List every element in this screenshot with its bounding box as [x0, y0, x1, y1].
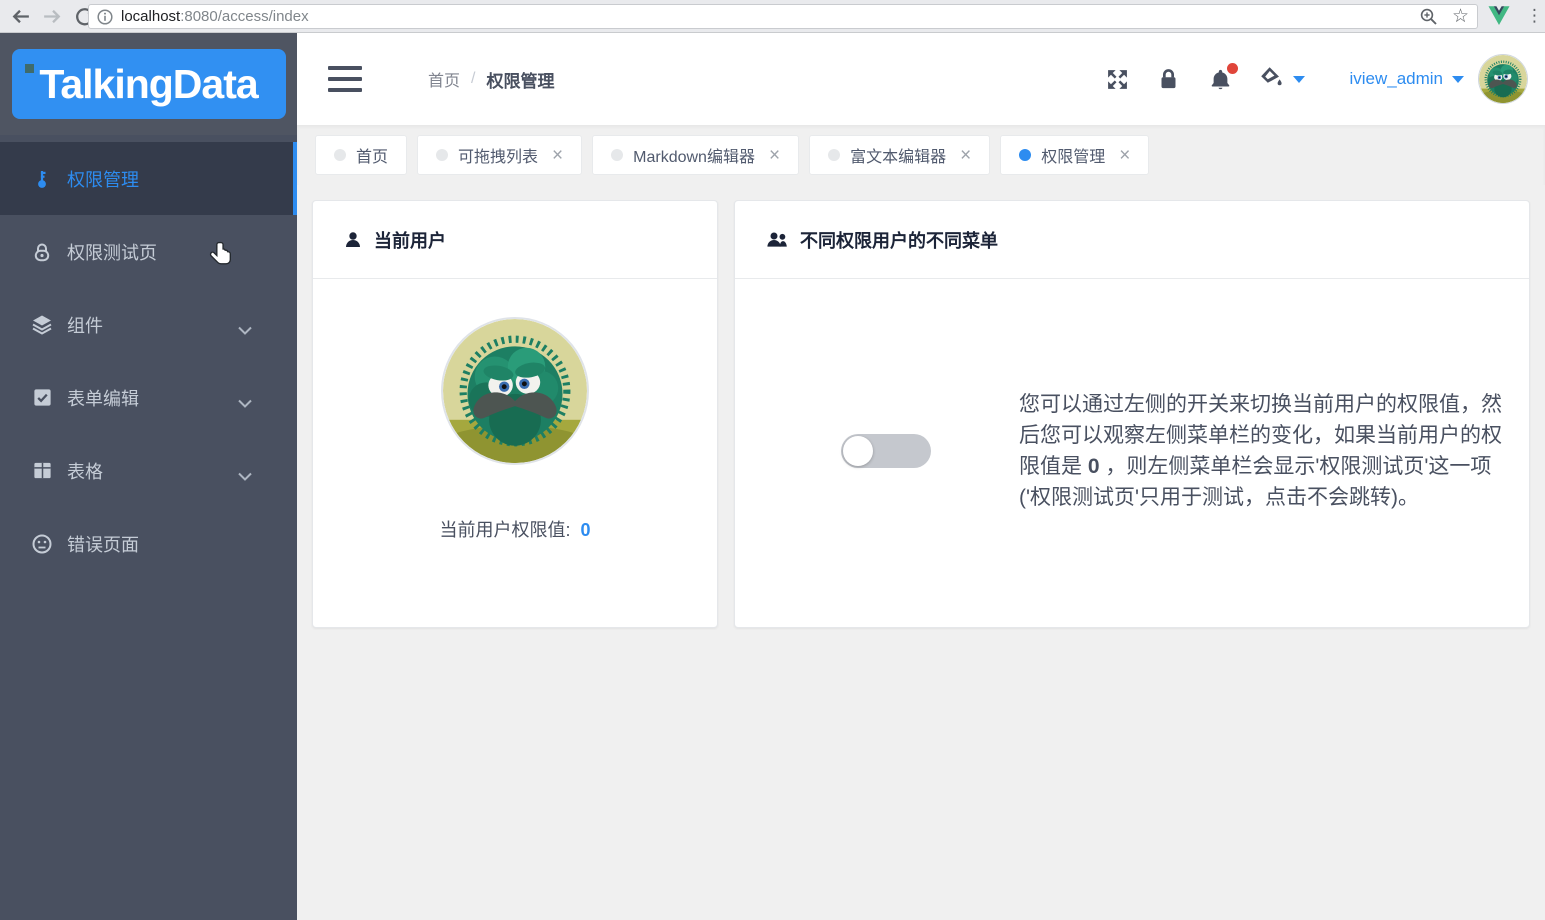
permission-value: 0 — [580, 520, 591, 540]
sidebar-item-label: 权限管理 — [67, 169, 139, 190]
browser-back-icon[interactable] — [8, 5, 32, 29]
sidebar-item-label: 权限测试页 — [67, 242, 157, 263]
chevron-down-icon — [237, 320, 253, 341]
tab-dot-icon — [1019, 149, 1032, 161]
top-navbar: 首页 / 权限管理 iview_admin — [297, 33, 1545, 125]
sidebar-item-label: 组件 — [67, 315, 103, 336]
sidebar-item-access-admin[interactable]: 权限管理 — [0, 142, 297, 215]
page-content: 当前用户 当前用户权限值: 0 不同权限用户的不同菜单 您可以通过左侧的开关来切… — [297, 185, 1545, 920]
logo-text: TalkingData — [39, 60, 258, 107]
close-icon[interactable]: × — [960, 146, 971, 165]
tab-dot-icon — [436, 149, 449, 161]
sidebar-item-label: 表单编辑 — [67, 388, 139, 409]
page-info-icon[interactable] — [97, 8, 113, 25]
tab-label: 首页 — [356, 149, 389, 166]
theme-switch[interactable] — [1258, 65, 1306, 94]
browser-forward-icon[interactable] — [40, 5, 64, 29]
lock-icon — [30, 241, 54, 263]
checkbox-icon — [30, 387, 54, 408]
tab-label: 权限管理 — [1041, 149, 1106, 166]
main-column: 首页 / 权限管理 iview_admin 首页 可拖拽列表 × Markdow… — [297, 33, 1545, 920]
card-title: 不同权限用户的不同菜单 — [800, 230, 998, 251]
talkingdata-logo[interactable]: TalkingData — [11, 49, 286, 119]
person-icon — [346, 231, 360, 247]
bookmark-star-icon[interactable]: ☆ — [1452, 7, 1469, 26]
caret-down-icon — [1293, 75, 1306, 83]
toggle-knob — [843, 436, 873, 466]
avatar[interactable] — [1478, 54, 1528, 104]
close-icon[interactable]: × — [1119, 146, 1130, 165]
tab-access-admin[interactable]: 权限管理 × — [1000, 135, 1150, 175]
sidebar-item-components[interactable]: 组件 — [0, 288, 297, 361]
tab-dot-icon — [828, 149, 841, 161]
close-icon[interactable]: × — [769, 146, 780, 165]
url-path: :8080/access/index — [180, 8, 309, 25]
tab-draggable-list[interactable]: 可拖拽列表 × — [417, 135, 583, 175]
caret-down-icon — [1452, 75, 1464, 83]
permission-label: 当前用户权限值: — [439, 520, 571, 540]
browser-nav-buttons — [8, 0, 96, 33]
tab-dot-icon — [611, 149, 624, 161]
sidebar-item-label: 错误页面 — [67, 534, 139, 555]
tab-markdown-editor[interactable]: Markdown编辑器 × — [592, 135, 800, 175]
card-header: 不同权限用户的不同菜单 — [735, 201, 1529, 279]
sidebar-logo-strip: TalkingData — [0, 33, 297, 135]
breadcrumb-separator: / — [471, 70, 476, 87]
fullscreen-icon[interactable] — [1106, 68, 1129, 91]
navbar-right: iview_admin — [1078, 54, 1528, 104]
sidebar-menu: 权限管理 权限测试页 组件 表单编辑 表格 错误页面 — [0, 135, 297, 580]
sidebar-item-form-edit[interactable]: 表单编辑 — [0, 361, 297, 434]
breadcrumb-current: 权限管理 — [486, 71, 555, 91]
card-header: 当前用户 — [313, 201, 717, 279]
card-title: 当前用户 — [374, 230, 446, 251]
url-bar[interactable]: localhost:8080/access/index ☆ — [88, 4, 1478, 29]
people-icon — [767, 232, 787, 247]
tab-label: 可拖拽列表 — [458, 149, 539, 166]
permission-line: 当前用户权限值: 0 — [313, 516, 717, 542]
browser-menu-icon[interactable]: ⋮ — [1526, 6, 1543, 26]
permission-toggle[interactable] — [841, 434, 931, 468]
user-dropdown[interactable]: iview_admin — [1349, 69, 1464, 89]
sidebar-item-tables[interactable]: 表格 — [0, 434, 297, 507]
vue-devtools-icon[interactable] — [1487, 5, 1511, 32]
sidebar-item-access-test[interactable]: 权限测试页 — [0, 215, 297, 288]
url-host: localhost — [121, 8, 181, 25]
logo-square-mark — [24, 64, 34, 73]
page-tabs: 首页 可拖拽列表 × Markdown编辑器 × 富文本编辑器 × 权限管理 × — [297, 125, 1545, 185]
app-frame: TalkingData 权限管理 权限测试页 组件 表单编辑 表格 错误页面 首… — [0, 33, 1545, 920]
notification-badge — [1227, 62, 1239, 74]
chevron-down-icon — [237, 466, 253, 487]
menu-access-card: 不同权限用户的不同菜单 您可以通过左侧的开关来切换当前用户的权限值，然后您可以观… — [734, 200, 1530, 628]
tab-richtext-editor[interactable]: 富文本编辑器 × — [809, 135, 991, 175]
breadcrumb: 首页 / 权限管理 — [428, 67, 554, 92]
tab-dot-icon — [334, 149, 346, 161]
sidebar: TalkingData 权限管理 权限测试页 组件 表单编辑 表格 错误页面 — [0, 33, 297, 920]
user-avatar-large — [441, 317, 589, 465]
table-icon — [30, 460, 54, 481]
tab-home[interactable]: 首页 — [315, 135, 408, 175]
card-body: 当前用户权限值: 0 — [313, 279, 717, 542]
navbar-left: 首页 / 权限管理 — [328, 66, 554, 92]
sidebar-item-label: 表格 — [67, 461, 103, 482]
paint-bucket-icon — [1258, 65, 1284, 94]
chevron-down-icon — [237, 393, 253, 414]
sad-face-icon — [30, 533, 54, 555]
browser-toolbar: localhost:8080/access/index ☆ ⋮ — [0, 0, 1545, 33]
tab-label: Markdown编辑器 — [633, 149, 755, 166]
page-zoom-icon[interactable] — [1419, 7, 1438, 26]
lock-screen-icon[interactable] — [1157, 67, 1180, 91]
current-user-card: 当前用户 当前用户权限值: 0 — [312, 200, 718, 628]
breadcrumb-home[interactable]: 首页 — [428, 67, 460, 91]
permission-description: 您可以通过左侧的开关来切换当前用户的权限值，然后您可以观察左侧菜单栏的变化，如果… — [1019, 389, 1515, 513]
username: iview_admin — [1349, 69, 1443, 88]
hamburger-menu-icon[interactable] — [328, 66, 362, 92]
tab-label: 富文本编辑器 — [850, 149, 947, 166]
layers-icon — [30, 313, 54, 336]
key-icon — [30, 168, 54, 190]
notification-bell-icon[interactable] — [1208, 62, 1239, 92]
sidebar-item-error-pages[interactable]: 错误页面 — [0, 507, 297, 580]
desc-bold-value: 0 — [1087, 455, 1100, 478]
card-body: 您可以通过左侧的开关来切换当前用户的权限值，然后您可以观察左侧菜单栏的变化，如果… — [735, 279, 1529, 628]
close-icon[interactable]: × — [552, 146, 563, 165]
